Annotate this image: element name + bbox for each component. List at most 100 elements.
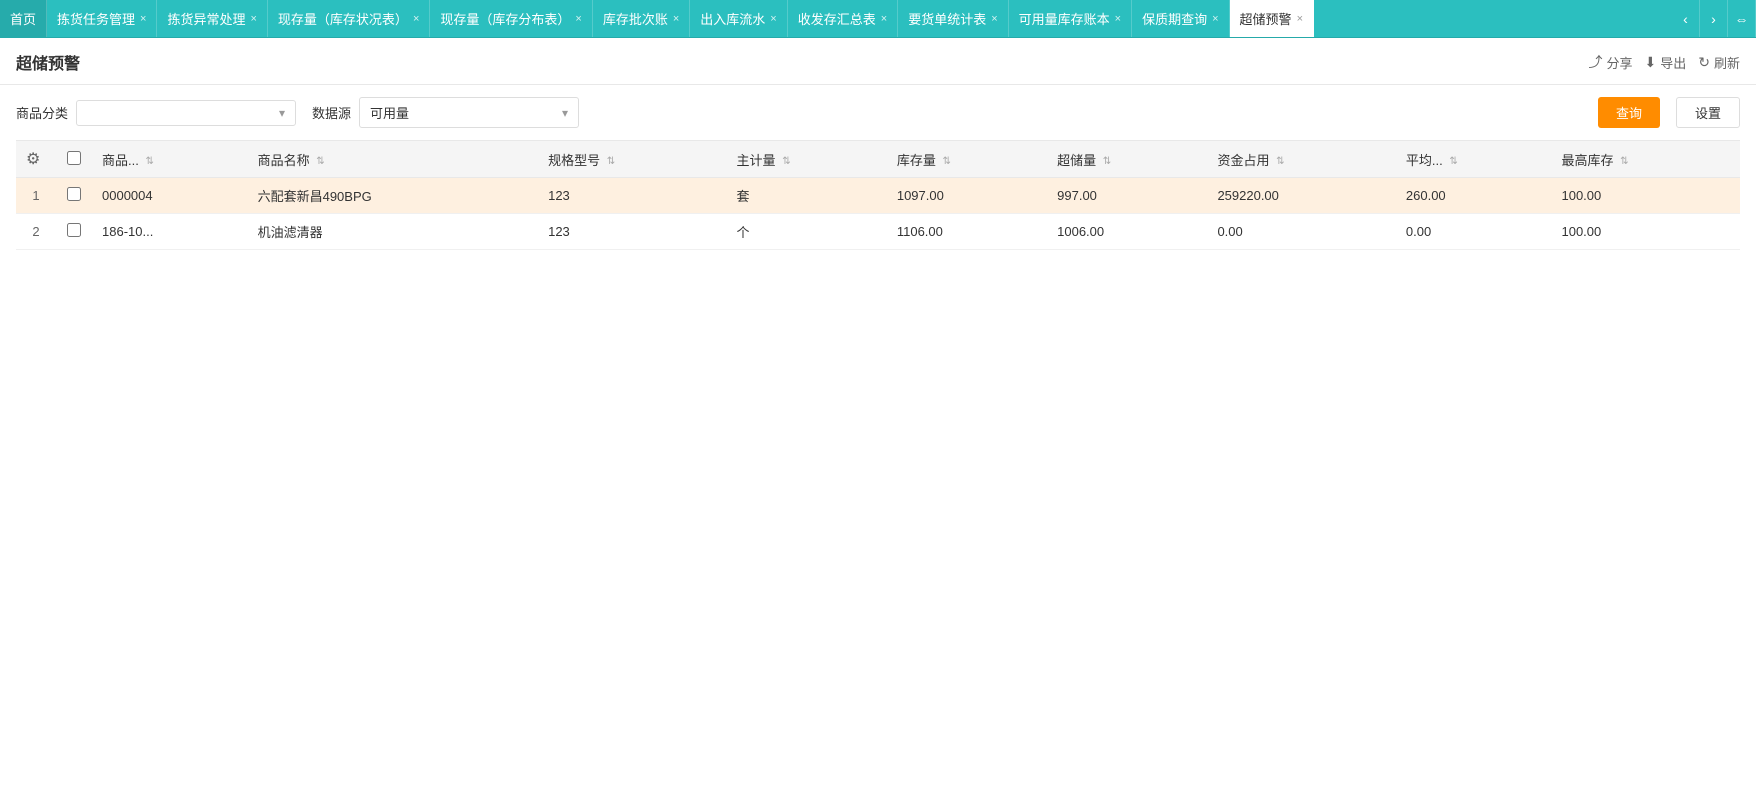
category-chevron-down-icon: ▾	[279, 106, 285, 120]
row-capital-1: 259220.00	[1207, 178, 1395, 214]
page-title: 超储预警	[16, 50, 80, 74]
th-stock-label: 库存量	[897, 153, 936, 168]
nav-tab-expiry-label: 保质期查询	[1142, 9, 1207, 28]
sort-spec-icon: ⇅	[607, 156, 615, 167]
row-max-stock-2: 100.00	[1551, 214, 1740, 250]
sort-capital-icon: ⇅	[1276, 156, 1284, 167]
row-spec-1: 123	[538, 178, 726, 214]
th-capital[interactable]: 资金占用 ⇅	[1207, 141, 1395, 178]
nav-tab-batch-label: 库存批次账	[603, 9, 668, 28]
nav-tab-order-stat-label: 要货单统计表	[908, 9, 986, 28]
th-spec[interactable]: 规格型号 ⇅	[538, 141, 726, 178]
table-row: 1 0000004 六配套新昌490BPG 123 套 1097.00 997.…	[16, 178, 1740, 214]
th-avg-label: 平均...	[1406, 153, 1443, 168]
row-index-1: 1	[16, 178, 56, 214]
th-product-code[interactable]: 商品... ⇅	[92, 141, 248, 178]
row-checkbox-cell-2	[56, 214, 92, 250]
column-settings-icon[interactable]: ⚙	[26, 151, 40, 168]
row-spec-2: 123	[538, 214, 726, 250]
nav-tab-available-label: 可用量库存账本	[1019, 9, 1110, 28]
row-product-code-2: 186-10...	[92, 214, 248, 250]
nav-tab-stock-dist[interactable]: 现存量（库存分布表） ×	[430, 0, 592, 38]
row-checkbox-2[interactable]	[67, 223, 81, 237]
th-overstock[interactable]: 超储量 ⇅	[1047, 141, 1207, 178]
nav-tab-batch-close[interactable]: ×	[673, 13, 679, 25]
row-unit-1: 套	[727, 178, 887, 214]
table-header-row: ⚙ 商品... ⇅ 商品名称 ⇅ 规格型号 ⇅	[16, 141, 1740, 178]
page-header: 超储预警 ⤴ 分享 ⬇ 导出 ↻ 刷新	[0, 38, 1756, 85]
nav-tab-stock-status[interactable]: 现存量（库存状况表） ×	[268, 0, 430, 38]
category-label: 商品分类	[16, 103, 68, 122]
nav-tab-flow-close[interactable]: ×	[770, 13, 776, 25]
th-capital-label: 资金占用	[1217, 153, 1269, 168]
header-actions: ⤴ 分享 ⬇ 导出 ↻ 刷新	[1588, 52, 1740, 72]
query-button[interactable]: 查询	[1598, 97, 1660, 128]
row-checkbox-1[interactable]	[67, 187, 81, 201]
settings-button[interactable]: 设置	[1676, 97, 1740, 128]
nav-tab-overstock-close[interactable]: ×	[1297, 13, 1303, 25]
th-unit[interactable]: 主计量 ⇅	[727, 141, 887, 178]
filter-bar: 商品分类 ▾ 数据源 可用量 ▾ 查询 设置	[0, 85, 1756, 140]
nav-expand-button[interactable]: ⇔	[1728, 0, 1756, 38]
nav-tab-home[interactable]: 首页	[0, 0, 47, 38]
row-overstock-1: 997.00	[1047, 178, 1207, 214]
sort-unit-icon: ⇅	[782, 156, 790, 167]
table-row: 2 186-10... 机油滤清器 123 个 1106.00 1006.00 …	[16, 214, 1740, 250]
datasource-chevron-down-icon: ▾	[562, 106, 568, 120]
nav-tab-stock-dist-close[interactable]: ×	[575, 13, 581, 25]
nav-tab-home-label: 首页	[10, 9, 36, 28]
nav-tab-expiry[interactable]: 保质期查询 ×	[1132, 0, 1229, 38]
refresh-button[interactable]: ↻ 刷新	[1698, 53, 1740, 72]
nav-tab-pick-exception[interactable]: 拣货异常处理 ×	[157, 0, 267, 38]
sort-avg-icon: ⇅	[1449, 156, 1457, 167]
nav-tab-order-stat[interactable]: 要货单统计表 ×	[898, 0, 1008, 38]
row-product-name-2: 机油滤清器	[248, 214, 539, 250]
datasource-filter-item: 数据源 可用量 ▾	[312, 97, 579, 128]
th-avg[interactable]: 平均... ⇅	[1396, 141, 1552, 178]
nav-tab-pick-task[interactable]: 拣货任务管理 ×	[47, 0, 157, 38]
row-overstock-2: 1006.00	[1047, 214, 1207, 250]
share-label: 分享	[1606, 53, 1632, 72]
datasource-select-value: 可用量	[370, 103, 409, 122]
row-stock-2: 1106.00	[887, 214, 1047, 250]
row-stock-1: 1097.00	[887, 178, 1047, 214]
nav-tab-batch[interactable]: 库存批次账 ×	[593, 0, 690, 38]
export-button[interactable]: ⬇ 导出	[1645, 53, 1687, 72]
datasource-select[interactable]: 可用量 ▾	[359, 97, 579, 128]
nav-next-button[interactable]: ›	[1700, 0, 1728, 38]
nav-tab-order-stat-close[interactable]: ×	[991, 13, 997, 25]
row-index-2: 2	[16, 214, 56, 250]
nav-tab-available[interactable]: 可用量库存账本 ×	[1009, 0, 1132, 38]
sort-max-stock-icon: ⇅	[1620, 156, 1628, 167]
nav-prev-button[interactable]: ‹	[1672, 0, 1700, 38]
nav-tab-stock-status-label: 现存量（库存状况表）	[278, 9, 408, 28]
sort-product-code-icon: ⇅	[145, 156, 153, 167]
nav-tab-stock-status-close[interactable]: ×	[413, 13, 419, 25]
th-product-name[interactable]: 商品名称 ⇅	[248, 141, 539, 178]
filter-right-actions: 查询 设置	[1598, 97, 1740, 128]
th-stock[interactable]: 库存量 ⇅	[887, 141, 1047, 178]
nav-tab-overstock[interactable]: 超储预警 ×	[1230, 0, 1314, 38]
nav-tab-summary[interactable]: 收发存汇总表 ×	[788, 0, 898, 38]
nav-tab-flow-label: 出入库流水	[700, 9, 765, 28]
top-nav: 首页 拣货任务管理 × 拣货异常处理 × 现存量（库存状况表） × 现存量（库存…	[0, 0, 1756, 38]
nav-tab-available-close[interactable]: ×	[1115, 13, 1121, 25]
category-select[interactable]: ▾	[76, 100, 296, 126]
select-all-checkbox[interactable]	[67, 151, 81, 165]
nav-tab-pick-task-close[interactable]: ×	[140, 13, 146, 25]
th-checkbox	[56, 141, 92, 178]
th-max-stock[interactable]: 最高库存 ⇅	[1551, 141, 1740, 178]
datasource-label: 数据源	[312, 103, 351, 122]
nav-tab-pick-exception-close[interactable]: ×	[250, 13, 256, 25]
nav-tab-flow[interactable]: 出入库流水 ×	[690, 0, 787, 38]
nav-arrows: ‹ › ⇔	[1672, 0, 1756, 38]
share-button[interactable]: ⤴ 分享	[1588, 52, 1632, 72]
nav-tab-expiry-close[interactable]: ×	[1212, 13, 1218, 25]
row-avg-2: 0.00	[1396, 214, 1552, 250]
sort-stock-icon: ⇅	[942, 156, 950, 167]
row-product-code-1: 0000004	[92, 178, 248, 214]
table-body: 1 0000004 六配套新昌490BPG 123 套 1097.00 997.…	[16, 178, 1740, 250]
nav-tab-overstock-label: 超储预警	[1240, 9, 1292, 28]
nav-tab-summary-close[interactable]: ×	[881, 13, 887, 25]
category-filter-item: 商品分类 ▾	[16, 100, 296, 126]
